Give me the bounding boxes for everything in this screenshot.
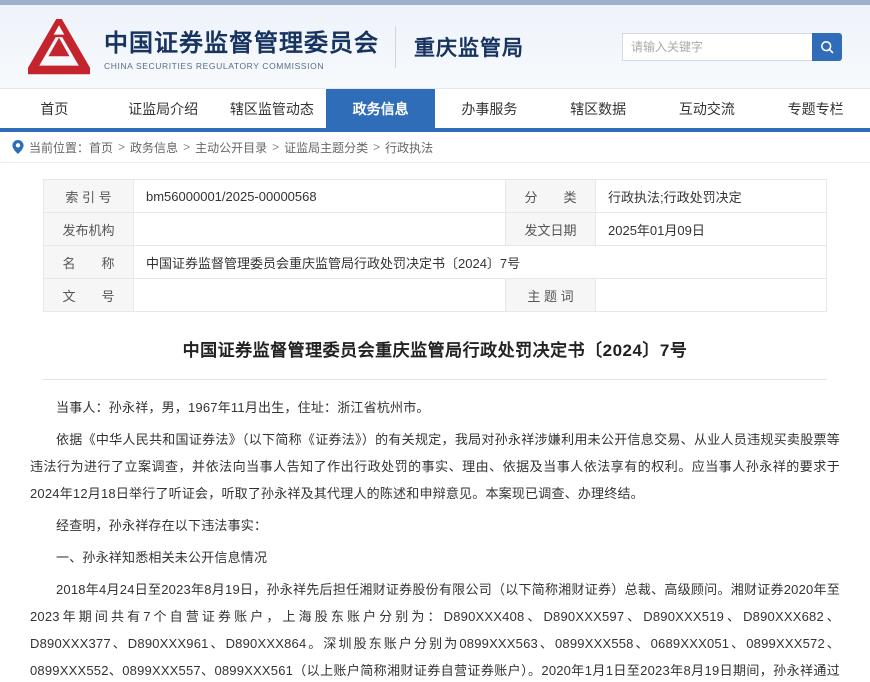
table-row: 索 引 号 bm56000001/2025-00000568 分 类 行政执法;… (44, 180, 827, 213)
paragraph-party-info: 当事人：孙永祥，男，1967年11月出生，住址：浙江省杭州市。 (30, 394, 840, 421)
document-meta-table: 索 引 号 bm56000001/2025-00000568 分 类 行政执法;… (43, 179, 827, 312)
nav-item-home[interactable]: 首页 (0, 89, 109, 128)
table-row: 发布机构 发文日期 2025年01月09日 (44, 213, 827, 246)
breadcrumb-item-home[interactable]: 首页 (89, 139, 113, 156)
publisher-value (134, 213, 506, 246)
breadcrumb: 当前位置： 首页 > 政务信息 > 主动公开目录 > 证监局主题分类 > 行政执… (0, 132, 870, 163)
category-value: 行政执法;行政处罚决定 (596, 180, 827, 213)
paragraph-section-heading: 一、孙永祥知悉相关未公开信息情况 (30, 544, 840, 571)
name-label: 名 称 (44, 246, 134, 279)
publisher-label: 发布机构 (44, 213, 134, 246)
nav-item-special-topics[interactable]: 专题专栏 (761, 89, 870, 128)
org-title-block: 中国证券监督管理委员会 CHINA SECURITIES REGULATORY … (104, 23, 379, 71)
nav-item-district-data[interactable]: 辖区数据 (544, 89, 653, 128)
breadcrumb-separator: > (272, 140, 279, 154)
csrc-logo-icon (28, 19, 90, 75)
document-title: 中国证券监督管理委员会重庆监管局行政处罚决定书〔2024〕7号 (0, 336, 870, 361)
table-row: 名 称 中国证券监督管理委员会重庆监管局行政处罚决定书〔2024〕7号 (44, 246, 827, 279)
nav-item-bureau-intro[interactable]: 证监局介绍 (109, 89, 218, 128)
main-nav: 首页 证监局介绍 辖区监管动态 政务信息 办事服务 辖区数据 互动交流 专题专栏 (0, 88, 870, 128)
index-number-value: bm56000001/2025-00000568 (134, 180, 506, 213)
search-button[interactable] (812, 33, 842, 61)
category-label: 分 类 (506, 180, 596, 213)
meta-table-section: 索 引 号 bm56000001/2025-00000568 分 类 行政执法;… (0, 163, 870, 312)
document-body: 当事人：孙永祥，男，1967年11月出生，住址：浙江省杭州市。 依据《中华人民共… (0, 390, 870, 682)
issue-date-label: 发文日期 (506, 213, 596, 246)
breadcrumb-separator: > (373, 140, 380, 154)
keywords-value (596, 279, 827, 312)
org-name: 中国证券监督管理委员会 (104, 23, 379, 58)
header-divider (395, 26, 396, 68)
org-name-en: CHINA SECURITIES REGULATORY COMMISSION (104, 61, 379, 71)
site-header: 中国证券监督管理委员会 CHINA SECURITIES REGULATORY … (0, 5, 870, 88)
breadcrumb-separator: > (118, 140, 125, 154)
nav-item-supervision-news[interactable]: 辖区监管动态 (218, 89, 327, 128)
breadcrumb-item-gov-info[interactable]: 政务信息 (130, 139, 178, 156)
search-bar (622, 33, 842, 61)
breadcrumb-separator: > (183, 140, 190, 154)
doc-number-value (134, 279, 506, 312)
nav-item-gov-info[interactable]: 政务信息 (326, 89, 435, 128)
name-value: 中国证券监督管理委员会重庆监管局行政处罚决定书〔2024〕7号 (134, 246, 827, 279)
paragraph-facts-detail: 2018年4月24日至2023年8月19日，孙永祥先后担任湘财证券股份有限公司（… (30, 576, 840, 682)
title-divider (43, 379, 827, 380)
breadcrumb-prefix: 当前位置： (29, 139, 89, 156)
search-input[interactable] (622, 33, 812, 61)
paragraph-findings-intro: 经查明，孙永祥存在以下违法事实： (30, 512, 840, 539)
nav-item-services[interactable]: 办事服务 (435, 89, 544, 128)
table-row: 文 号 主 题 词 (44, 279, 827, 312)
doc-number-label: 文 号 (44, 279, 134, 312)
location-pin-icon (12, 140, 24, 154)
issue-date-value: 2025年01月09日 (596, 213, 827, 246)
breadcrumb-item-open-directory[interactable]: 主动公开目录 (195, 139, 267, 156)
nav-item-interaction[interactable]: 互动交流 (653, 89, 762, 128)
bureau-name: 重庆监管局 (414, 32, 524, 62)
breadcrumb-item-enforcement[interactable]: 行政执法 (385, 139, 433, 156)
paragraph-investigation-basis: 依据《中华人民共和国证券法》（以下简称《证券法》）的有关规定，我局对孙永祥涉嫌利… (30, 426, 840, 507)
keywords-label: 主 题 词 (506, 279, 596, 312)
index-number-label: 索 引 号 (44, 180, 134, 213)
breadcrumb-item-topic-category[interactable]: 证监局主题分类 (284, 139, 368, 156)
search-icon (819, 39, 835, 55)
